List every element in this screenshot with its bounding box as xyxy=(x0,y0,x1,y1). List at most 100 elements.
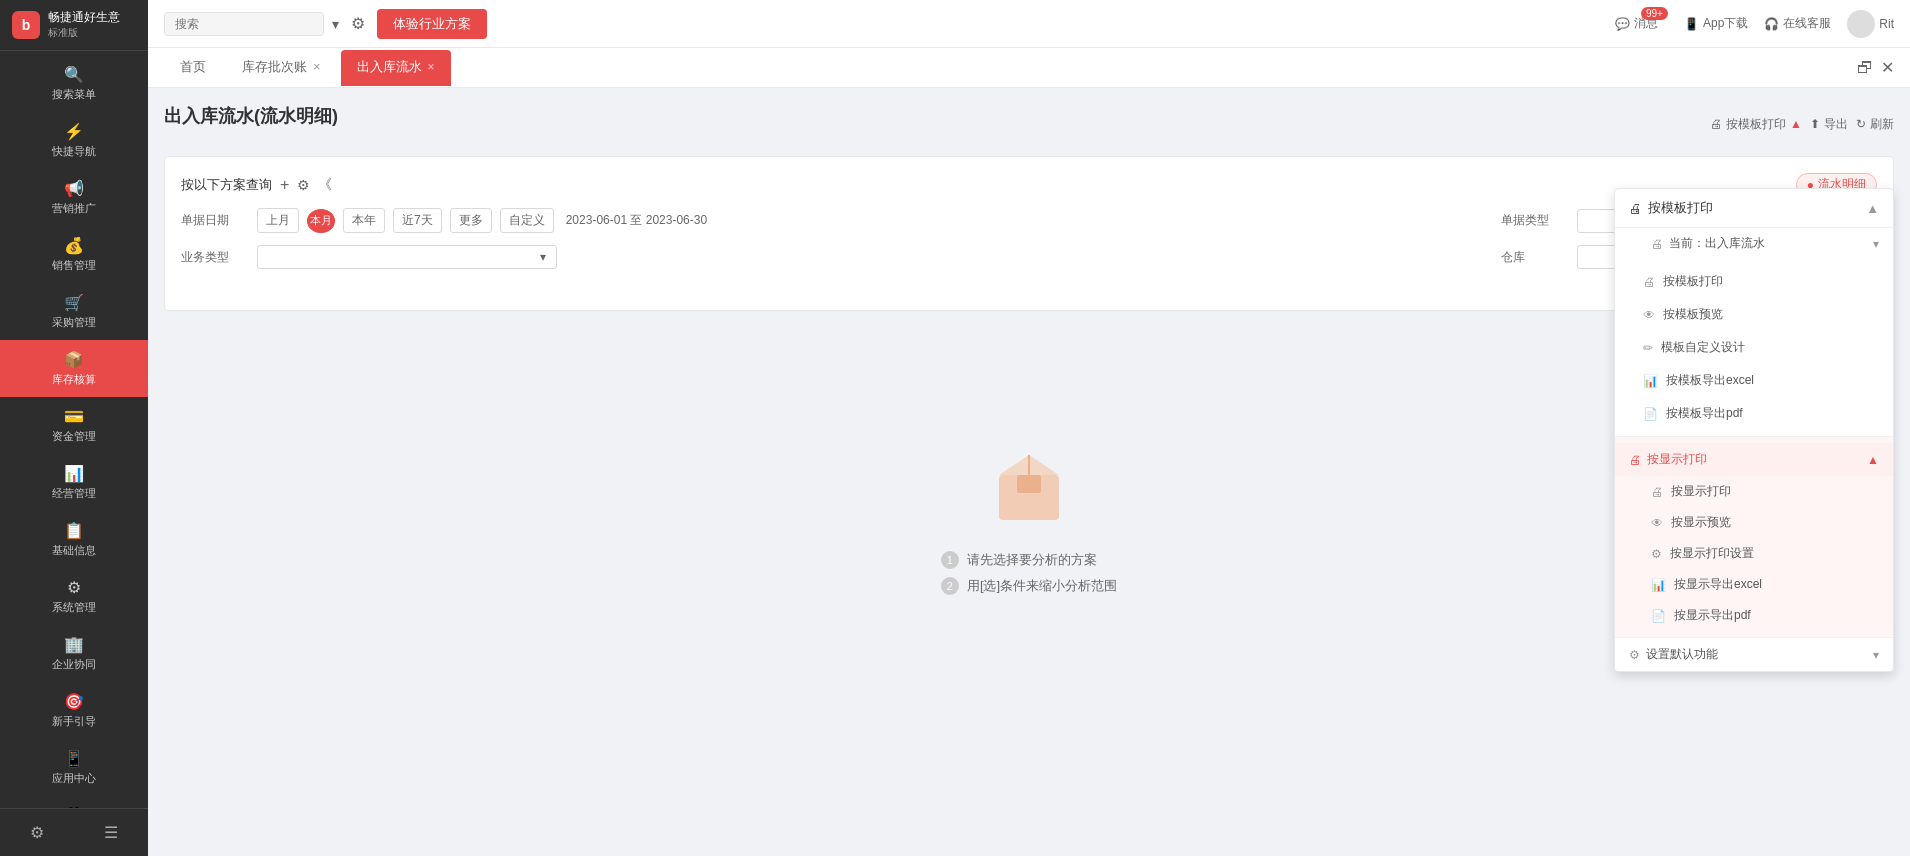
sidebar-item-basic-info[interactable]: 📋 基础信息 xyxy=(0,511,148,568)
tab-batch-close[interactable]: × xyxy=(313,59,321,74)
tab-home[interactable]: 首页 xyxy=(164,50,222,86)
dropdown-title: 按模板打印 xyxy=(1648,199,1713,217)
sidebar-item-guide[interactable]: 🎯 新手引导 xyxy=(0,682,148,739)
message-icon: 💬 xyxy=(1615,17,1630,31)
enterprise-icon: 🏢 xyxy=(64,635,84,654)
footer-chevron: ▾ xyxy=(1873,648,1879,662)
marketing-icon: 📢 xyxy=(64,179,84,198)
topbar-dropdown-btn[interactable]: ▾ xyxy=(332,16,339,32)
chevron-up-icon: ▲ xyxy=(1790,117,1802,131)
filter-collapse-btn[interactable]: 《 xyxy=(318,176,332,194)
display-print-label: 按显示打印 xyxy=(1671,483,1731,500)
sidebar-item-finance[interactable]: 💳 资金管理 xyxy=(0,397,148,454)
display-preview-icon: 👁 xyxy=(1651,516,1663,530)
date-btn-more[interactable]: 更多 xyxy=(450,208,492,233)
tab-home-label: 首页 xyxy=(180,58,206,76)
template-pdf-item[interactable]: 📄 按模板导出pdf xyxy=(1615,397,1893,430)
dropdown-footer[interactable]: ⚙ 设置默认功能 ▾ xyxy=(1615,638,1893,671)
template-pdf-icon: 📄 xyxy=(1643,407,1658,421)
window-close-btn[interactable]: ✕ xyxy=(1881,58,1894,77)
warehouse-label: 仓库 xyxy=(1501,249,1561,266)
date-btn-7days[interactable]: 近7天 xyxy=(393,208,442,233)
sidebar-nav: 🔍 搜索菜单 ⚡ 快捷导航 📢 营销推广 💰 销售管理 🛒 采购管理 📦 库存核… xyxy=(0,51,148,808)
dropdown-up-icon[interactable]: ▲ xyxy=(1866,201,1879,216)
empty-step-2: 2 用[选]条件来缩小分析范围 xyxy=(941,577,1117,595)
refresh-btn[interactable]: ↻ 刷新 xyxy=(1856,116,1894,133)
sidebar-item-quick-nav[interactable]: ⚡ 快捷导航 xyxy=(0,112,148,169)
topbar-gear-icon[interactable]: ⚙ xyxy=(347,10,369,37)
step-1-text: 请先选择要分析的方案 xyxy=(967,551,1097,569)
sidebar-settings-btn[interactable]: ⚙ xyxy=(22,819,52,846)
online-service-btn[interactable]: 🎧 在线客服 xyxy=(1764,15,1831,32)
app-download-label: App下载 xyxy=(1703,15,1748,32)
current-chevron: ▾ xyxy=(1873,237,1879,251)
display-excel-item[interactable]: 📊 按显示导出excel xyxy=(1615,569,1893,600)
sidebar-item-app-center[interactable]: 📱 应用中心 xyxy=(0,739,148,796)
sidebar-item-sales[interactable]: 💰 销售管理 xyxy=(0,226,148,283)
display-pdf-icon: 📄 xyxy=(1651,609,1666,623)
topbar-left: ▾ ⚙ 体验行业方案 xyxy=(164,9,1615,39)
avatar xyxy=(1847,10,1875,38)
quick-nav-icon: ⚡ xyxy=(64,122,84,141)
template-preview-icon: 👁 xyxy=(1643,308,1655,322)
date-label: 单据日期 xyxy=(181,212,241,229)
sidebar-item-inventory[interactable]: 📦 库存核算 xyxy=(0,340,148,397)
template-preview-item[interactable]: 👁 按模板预览 xyxy=(1615,298,1893,331)
display-pdf-item[interactable]: 📄 按显示导出pdf xyxy=(1615,600,1893,631)
export-btn[interactable]: ⬆ 导出 xyxy=(1810,116,1848,133)
date-btn-this-month[interactable]: 本月 xyxy=(307,209,335,233)
sidebar-item-purchase[interactable]: 🛒 采购管理 xyxy=(0,283,148,340)
page-title: 出入库流水(流水明细) xyxy=(164,104,338,128)
topbar-right: 💬 消息 99+ 📱 App下载 🎧 在线客服 Rit xyxy=(1615,10,1894,38)
display-print-header[interactable]: 🖨 按显示打印 ▲ xyxy=(1615,443,1893,476)
topbar-search-input[interactable] xyxy=(164,12,324,36)
template-excel-item[interactable]: 📊 按模板导出excel xyxy=(1615,364,1893,397)
user-area[interactable]: Rit xyxy=(1847,10,1894,38)
step-num-2: 2 xyxy=(941,577,959,595)
sidebar-item-label: 新手引导 xyxy=(52,714,96,729)
page-header-right: 🖨 按模板打印 ▲ ⬆ 导出 ↻ 刷新 xyxy=(1710,116,1894,133)
app-edition: 标准版 xyxy=(48,26,120,40)
date-btn-custom[interactable]: 自定义 xyxy=(500,208,554,233)
sidebar-item-label: 资金管理 xyxy=(52,429,96,444)
sidebar-item-label: 采购管理 xyxy=(52,315,96,330)
date-btn-last-month[interactable]: 上月 xyxy=(257,208,299,233)
template-print-item[interactable]: 🖨 按模板打印 xyxy=(1615,265,1893,298)
date-btn-this-year[interactable]: 本年 xyxy=(343,208,385,233)
template-custom-item[interactable]: ✏ 模板自定义设计 xyxy=(1615,331,1893,364)
sidebar-item-operations[interactable]: 📊 经营管理 xyxy=(0,454,148,511)
filter-add-btn[interactable]: + xyxy=(280,176,289,194)
tab-flow-close[interactable]: × xyxy=(428,60,435,74)
template-pdf-label: 按模板导出pdf xyxy=(1666,405,1743,422)
window-restore-btn[interactable]: 🗗 xyxy=(1857,59,1873,77)
template-print-label: 按模板打印 xyxy=(1663,273,1723,290)
display-settings-item[interactable]: ⚙ 按显示打印设置 xyxy=(1615,538,1893,569)
app-download-btn[interactable]: 📱 App下载 xyxy=(1684,15,1748,32)
topbar: ▾ ⚙ 体验行业方案 💬 消息 99+ 📱 App下载 🎧 在线客服 Rit xyxy=(148,0,1910,48)
refresh-icon: ↻ xyxy=(1856,117,1866,131)
messages-badge: 99+ xyxy=(1641,7,1668,20)
sidebar-menu-btn[interactable]: ☰ xyxy=(96,819,126,846)
sidebar-item-marketing[interactable]: 📢 营销推广 xyxy=(0,169,148,226)
print-template-btn[interactable]: 🖨 按模板打印 ▲ xyxy=(1710,116,1802,133)
business-type-select[interactable]: ▾ xyxy=(257,245,557,269)
guide-icon: 🎯 xyxy=(64,692,84,711)
display-preview-item[interactable]: 👁 按显示预览 xyxy=(1615,507,1893,538)
app-logo-icon: b xyxy=(12,11,40,39)
empty-illustration xyxy=(979,435,1079,535)
sidebar-item-enterprise[interactable]: 🏢 企业协同 xyxy=(0,625,148,682)
tab-flow[interactable]: 出入库流水 × xyxy=(341,50,451,86)
messages-btn[interactable]: 💬 消息 99+ xyxy=(1615,15,1658,32)
display-print-item[interactable]: 🖨 按显示打印 xyxy=(1615,476,1893,507)
display-excel-icon: 📊 xyxy=(1651,578,1666,592)
sidebar-logo: b 畅捷通好生意 标准版 xyxy=(0,0,148,51)
sidebar-item-weixin[interactable]: 💬 企业微信 xyxy=(0,796,148,808)
filter-settings-btn[interactable]: ⚙ xyxy=(297,177,310,193)
current-icon: 🖨 xyxy=(1651,237,1663,251)
display-settings-icon: ⚙ xyxy=(1651,547,1662,561)
sidebar-item-search[interactable]: 🔍 搜索菜单 xyxy=(0,55,148,112)
sidebar-item-system[interactable]: ⚙ 系统管理 xyxy=(0,568,148,625)
business-dropdown-icon: ▾ xyxy=(540,250,546,264)
industry-btn[interactable]: 体验行业方案 xyxy=(377,9,487,39)
tab-batch[interactable]: 库存批次账 × xyxy=(226,50,337,86)
